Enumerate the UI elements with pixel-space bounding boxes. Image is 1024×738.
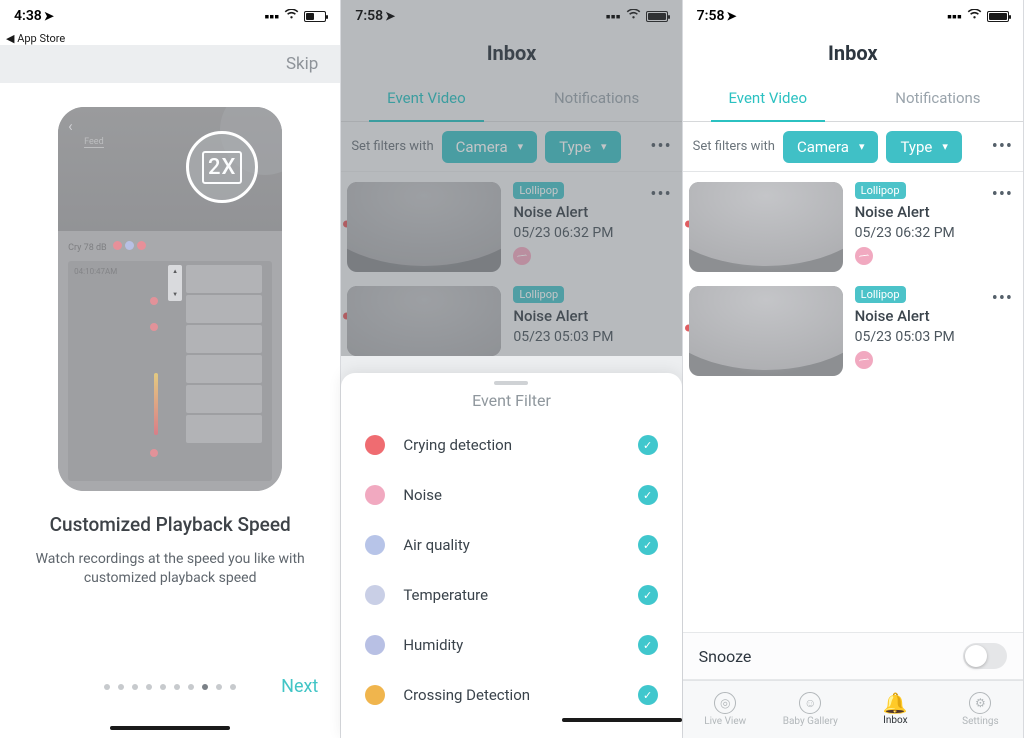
filter-label: Noise <box>403 486 442 504</box>
back-icon: ‹ <box>68 117 73 135</box>
wifi-icon <box>284 8 299 24</box>
event-item[interactable]: Lollipop Noise Alert 05/23 05:03 PM ••• <box>683 276 1023 380</box>
check-icon[interactable]: ✓ <box>638 635 658 655</box>
event-item[interactable]: Lollipop Noise Alert 05/23 06:32 PM ••• <box>683 172 1023 276</box>
status-time: 7:58➤ <box>697 8 737 24</box>
modal-overlay[interactable] <box>341 0 681 356</box>
tab-notifications[interactable]: Notifications <box>853 74 1023 121</box>
filter-row[interactable]: Air quality ✓ <box>341 520 681 570</box>
status-bar: 7:58➤ ▪▪▪ <box>683 0 1023 32</box>
noise-icon <box>855 247 873 265</box>
event-timestamp: 05/23 06:32 PM <box>855 225 1013 241</box>
signal-icon: ▪▪▪ <box>264 8 279 25</box>
event-more-icon[interactable]: ••• <box>992 288 1013 309</box>
tab-settings[interactable]: ⚙Settings <box>938 681 1023 738</box>
cry-db-label: Cry 78 dB <box>68 243 107 253</box>
check-icon[interactable]: ✓ <box>638 685 658 705</box>
gallery-icon: ☺ <box>799 692 821 714</box>
skip-button[interactable]: Skip <box>286 54 318 74</box>
filter-prefix: Set filters with <box>693 139 775 154</box>
filter-row[interactable]: Temperature ✓ <box>341 570 681 620</box>
home-indicator <box>562 718 682 722</box>
tab-bar: ◎Live View ☺Baby Gallery 🔔Inbox ⚙Setting… <box>683 680 1023 738</box>
camera-icon: ◎ <box>714 692 736 714</box>
status-time: 4:38➤ <box>14 8 54 24</box>
onboarding-screen: 4:38➤ ▪▪▪ ◀ App Store Skip ‹ Feed 2X Cry… <box>0 0 341 738</box>
battery-icon <box>987 11 1009 22</box>
check-icon[interactable]: ✓ <box>638 485 658 505</box>
playback-speed-badge: 2X <box>186 131 258 203</box>
event-thumbnail[interactable] <box>689 182 843 272</box>
filter-row[interactable]: Noise ✓ <box>341 470 681 520</box>
filter-type-icon <box>365 685 385 705</box>
page-title: Inbox <box>683 32 1023 74</box>
filter-label: Crying detection <box>403 436 512 454</box>
event-camera-tag: Lollipop <box>855 286 906 303</box>
inbox-filter-screen: 7:58➤ ▪▪▪ Inbox Event Video Notification… <box>341 0 682 738</box>
filter-row[interactable]: Crying detection ✓ <box>341 420 681 470</box>
breadcrumb[interactable]: ◀ App Store <box>0 32 340 45</box>
signal-icon: ▪▪▪ <box>947 8 962 25</box>
filter-type-icon <box>365 485 385 505</box>
event-thumbnail[interactable] <box>689 286 843 376</box>
tab-inbox[interactable]: 🔔Inbox <box>853 681 938 738</box>
chevron-down-icon: ▾ <box>859 140 865 153</box>
timeline-timestamp: 04:10:47AM <box>74 267 117 276</box>
gear-icon: ⚙ <box>969 692 991 714</box>
page-indicator[interactable] <box>104 684 236 690</box>
event-camera-tag: Lollipop <box>855 182 906 199</box>
sheet-handle[interactable] <box>494 381 528 385</box>
filter-type-icon <box>365 585 385 605</box>
filter-label: Temperature <box>403 586 488 604</box>
event-more-icon[interactable]: ••• <box>992 184 1013 205</box>
bell-icon: 🔔 <box>883 693 908 713</box>
onboarding-preview: ‹ Feed 2X Cry 78 dB 04:10:47AM ▲▼ <box>58 107 282 491</box>
home-indicator <box>110 726 230 730</box>
status-bar: 4:38➤ ▪▪▪ <box>0 0 340 32</box>
tab-baby-gallery[interactable]: ☺Baby Gallery <box>768 681 853 738</box>
preview-feed-label: Feed <box>84 137 104 148</box>
location-icon: ➤ <box>44 9 54 23</box>
filter-label: Crossing Detection <box>403 686 530 704</box>
more-icon[interactable]: ••• <box>992 136 1013 157</box>
sheet-title: Event Filter <box>341 391 681 410</box>
noise-icon <box>855 351 873 369</box>
check-icon[interactable]: ✓ <box>638 535 658 555</box>
scroll-control: ▲▼ <box>168 265 182 301</box>
filter-type-icon <box>365 535 385 555</box>
check-icon[interactable]: ✓ <box>638 585 658 605</box>
check-icon[interactable]: ✓ <box>638 435 658 455</box>
type-filter-chip[interactable]: Type▾ <box>886 131 961 163</box>
filter-type-icon <box>365 435 385 455</box>
camera-filter-chip[interactable]: Camera▾ <box>783 131 879 163</box>
battery-icon <box>304 11 326 22</box>
snooze-label: Snooze <box>699 647 752 666</box>
event-name: Noise Alert <box>855 307 1013 325</box>
filter-row[interactable]: Humidity ✓ <box>341 620 681 670</box>
event-list: Lollipop Noise Alert 05/23 06:32 PM ••• … <box>683 172 1023 380</box>
event-name: Noise Alert <box>855 203 1013 221</box>
next-button[interactable]: Next <box>281 676 318 697</box>
onboarding-subtitle: Watch recordings at the speed you like w… <box>18 550 322 588</box>
filter-bar: Set filters with Camera▾ Type▾ ••• <box>683 122 1023 172</box>
event-timestamp: 05/23 05:03 PM <box>855 329 1013 345</box>
event-filter-sheet: Event Filter Crying detection✓Noise✓Air … <box>341 373 681 738</box>
inbox-tabs: Event Video Notifications <box>683 74 1023 122</box>
tab-live-view[interactable]: ◎Live View <box>683 681 768 738</box>
filter-type-icon <box>365 635 385 655</box>
onboarding-title: Customized Playback Speed <box>50 513 291 536</box>
filter-row[interactable]: Crossing Detection ✓ <box>341 670 681 720</box>
filter-label: Air quality <box>403 536 470 554</box>
snooze-row: Snooze <box>683 632 1023 680</box>
inbox-screen: 7:58➤ ▪▪▪ Inbox Event Video Notification… <box>683 0 1024 738</box>
wifi-icon <box>967 8 982 24</box>
chevron-down-icon: ▾ <box>942 140 948 153</box>
filter-label: Humidity <box>403 636 463 654</box>
tab-event-video[interactable]: Event Video <box>683 74 853 121</box>
snooze-toggle[interactable] <box>963 643 1007 669</box>
